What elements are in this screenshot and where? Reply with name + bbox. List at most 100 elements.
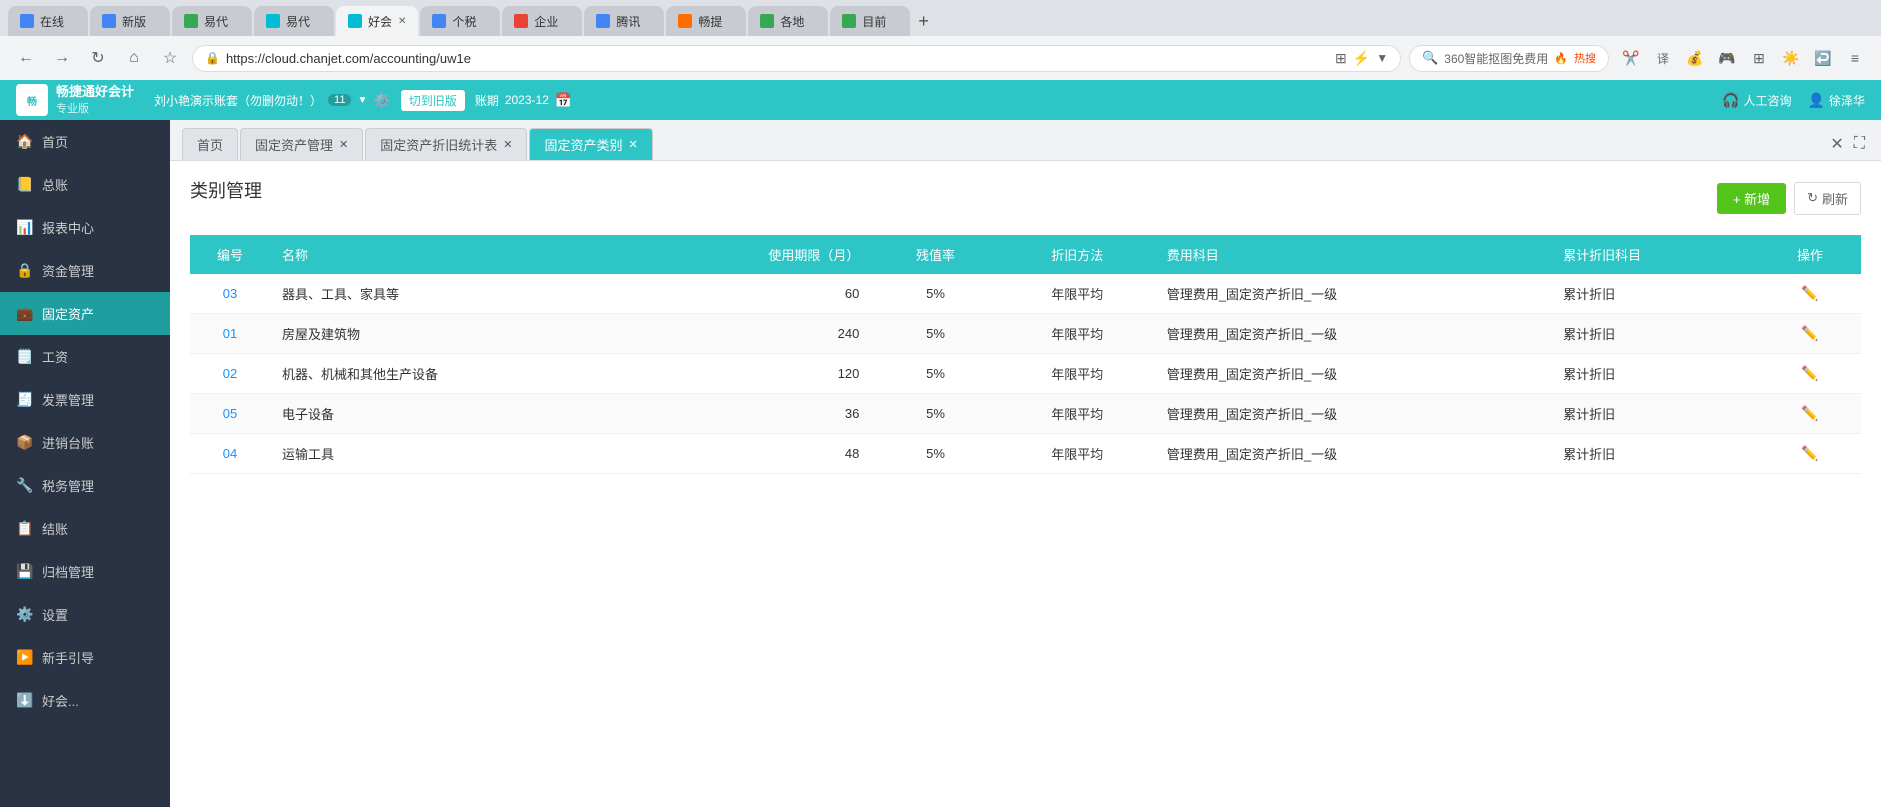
category-table: 编号 名称 使用期限（月） 残值率 折旧方法 费用科目 累计折旧科目 操作 03…	[190, 235, 1861, 474]
sidebar-item-invoice[interactable]: 🧾 发票管理	[0, 378, 170, 421]
browser-tab-yidai1[interactable]: 易代	[172, 6, 252, 36]
row2-edit-icon[interactable]: ✏️	[1801, 325, 1818, 341]
game-icon[interactable]: 🎮	[1713, 44, 1741, 72]
page-tab-fixed-mgmt[interactable]: 固定资产管理 ✕	[240, 128, 363, 160]
tab-close-haohui[interactable]: ✕	[398, 16, 406, 27]
row1-code[interactable]: 03	[223, 286, 237, 301]
sidebar-item-salary[interactable]: 🗒️ 工资	[0, 335, 170, 378]
panel-close-button[interactable]: ✕	[1826, 130, 1847, 158]
row2-code[interactable]: 01	[223, 326, 237, 341]
search-label: 360智能抠图免费用	[1444, 50, 1548, 67]
archive-icon: 💾	[16, 563, 34, 581]
bookmark-button[interactable]: ☆	[156, 44, 184, 72]
sidebar-item-reports[interactable]: 📊 报表中心	[0, 206, 170, 249]
browser-tab-geshui[interactable]: 个税	[420, 6, 500, 36]
currency-icon[interactable]: 💰	[1681, 44, 1709, 72]
stock-icon: 📦	[16, 434, 34, 452]
tab-icon-yidai2	[266, 14, 280, 28]
sidebar-item-archive[interactable]: 💾 归档管理	[0, 550, 170, 593]
browser-tab-zaix[interactable]: 在线	[8, 6, 88, 36]
close-depreciation-stat[interactable]: ✕	[503, 138, 512, 151]
row4-code[interactable]: 05	[223, 406, 237, 421]
sidebar-item-settle[interactable]: 📋 结账	[0, 507, 170, 550]
reload-button[interactable]: ↻	[84, 44, 112, 72]
sidebar-item-fixed-assets[interactable]: 💼 固定资产	[0, 292, 170, 335]
row5-residual: 5%	[871, 434, 999, 474]
search-area[interactable]: 🔍 360智能抠图免费用 🔥 热搜	[1409, 45, 1609, 72]
user-area[interactable]: 👤 徐泽华	[1808, 92, 1865, 109]
browser-tab-xinban[interactable]: 新版	[90, 6, 170, 36]
funds-icon: 🔒	[16, 262, 34, 280]
back-button[interactable]: ←	[12, 44, 40, 72]
tab-icon-yidai1	[184, 14, 198, 28]
sidebar-label-settle: 结账	[42, 519, 68, 538]
browser-tab-tengxun[interactable]: 腾讯	[584, 6, 664, 36]
page-tab-depreciation-stat[interactable]: 固定资产折旧统计表 ✕	[365, 128, 527, 160]
tab-icon-zaix	[20, 14, 34, 28]
sidebar-item-tax[interactable]: 🔧 税务管理	[0, 464, 170, 507]
scissors-icon[interactable]: ✂️	[1617, 44, 1645, 72]
refresh-label: 刷新	[1822, 189, 1848, 208]
row4-edit-icon[interactable]: ✏️	[1801, 405, 1818, 421]
sidebar-item-stock[interactable]: 📦 进销台账	[0, 421, 170, 464]
browser-tab-gedi[interactable]: 各地	[748, 6, 828, 36]
menu-icon[interactable]: ≡	[1841, 44, 1869, 72]
app-logo-sub: 专业版	[56, 100, 134, 116]
add-button[interactable]: + 新增	[1717, 183, 1786, 214]
row5-edit-icon[interactable]: ✏️	[1801, 445, 1818, 461]
grid-icon[interactable]: ⊞	[1745, 44, 1773, 72]
forward-button[interactable]: →	[48, 44, 76, 72]
sidebar-label-settings: 设置	[42, 605, 68, 624]
consultant-area[interactable]: 🎧 人工咨询	[1722, 92, 1791, 109]
account-selector[interactable]: 刘小艳演示账套（勿删勿动！） 11 ▼ ⚙️	[154, 92, 391, 109]
undo-icon[interactable]: ↩️	[1809, 44, 1837, 72]
tab-label-gedi: 各地	[780, 13, 804, 30]
switch-version-button[interactable]: 切到旧版	[401, 90, 465, 111]
settings-icon[interactable]: ⚙️	[373, 92, 390, 109]
close-fixed-category[interactable]: ✕	[629, 138, 638, 151]
browser-chrome: 在线 新版 易代 易代 好会 ✕ 个税 企业 腾讯	[0, 0, 1881, 80]
fixed-assets-icon: 💼	[16, 305, 34, 323]
address-bar[interactable]: 🔒 https://cloud.chanjet.com/accounting/u…	[192, 45, 1401, 72]
tab-label-zaix: 在线	[40, 13, 64, 30]
calendar-icon[interactable]: 📅	[555, 92, 572, 109]
dropdown-icon[interactable]: ▼	[1376, 51, 1388, 65]
browser-tab-muqian[interactable]: 目前	[830, 6, 910, 36]
table-row: 04 运输工具 48 5% 年限平均 管理费用_固定资产折旧_一级 累计折旧 ✏…	[190, 434, 1861, 474]
row1-edit-icon[interactable]: ✏️	[1801, 285, 1818, 301]
sidebar-item-settings[interactable]: ⚙️ 设置	[0, 593, 170, 636]
app-logo-area: 畅 畅捷通好会计 专业版	[16, 84, 134, 116]
sidebar-label-home: 首页	[42, 132, 68, 151]
sidebar-item-more[interactable]: ⬇️ 好会...	[0, 679, 170, 722]
home-button[interactable]: ⌂	[120, 44, 148, 72]
sidebar-label-fixed-assets: 固定资产	[42, 304, 94, 323]
browser-tab-yidai2[interactable]: 易代	[254, 6, 334, 36]
row4-accum: 累计折旧	[1551, 394, 1759, 434]
row3-expense: 管理费用_固定资产折旧_一级	[1155, 354, 1551, 394]
browser-tab-haohui[interactable]: 好会 ✕	[336, 6, 418, 36]
translate-icon[interactable]: 译	[1649, 44, 1677, 72]
account-dropdown-icon[interactable]: ▼	[357, 95, 367, 106]
brightness-icon[interactable]: ☀️	[1777, 44, 1805, 72]
sidebar-label-reports: 报表中心	[42, 218, 94, 237]
row5-code[interactable]: 04	[223, 446, 237, 461]
sidebar-item-home[interactable]: 🏠 首页	[0, 120, 170, 163]
row1-accum: 累计折旧	[1551, 274, 1759, 314]
page-tab-fixed-category[interactable]: 固定资产类别 ✕	[529, 128, 652, 160]
new-tab-button[interactable]: +	[912, 11, 935, 32]
sidebar-item-ledger[interactable]: 📒 总账	[0, 163, 170, 206]
row3-edit-icon[interactable]: ✏️	[1801, 365, 1818, 381]
row5-expense: 管理费用_固定资产折旧_一级	[1155, 434, 1551, 474]
row3-code[interactable]: 02	[223, 366, 237, 381]
page-tab-home[interactable]: 首页	[182, 128, 238, 160]
app-container: 🏠 首页 📒 总账 📊 报表中心 🔒 资金管理 💼 固定资产 🗒️ 工资 🧾 发…	[0, 120, 1881, 807]
refresh-button[interactable]: ↻ 刷新	[1794, 182, 1861, 215]
browser-tab-qiye[interactable]: 企业	[502, 6, 582, 36]
sidebar-item-funds[interactable]: 🔒 资金管理	[0, 249, 170, 292]
browser-tab-changti[interactable]: 畅提	[666, 6, 746, 36]
panel-maximize-button[interactable]: ⛶	[1850, 131, 1869, 157]
col-header-residual: 残值率	[871, 235, 999, 274]
sidebar-item-guide[interactable]: ▶️ 新手引导	[0, 636, 170, 679]
close-fixed-mgmt[interactable]: ✕	[339, 138, 348, 151]
row4-residual: 5%	[871, 394, 999, 434]
